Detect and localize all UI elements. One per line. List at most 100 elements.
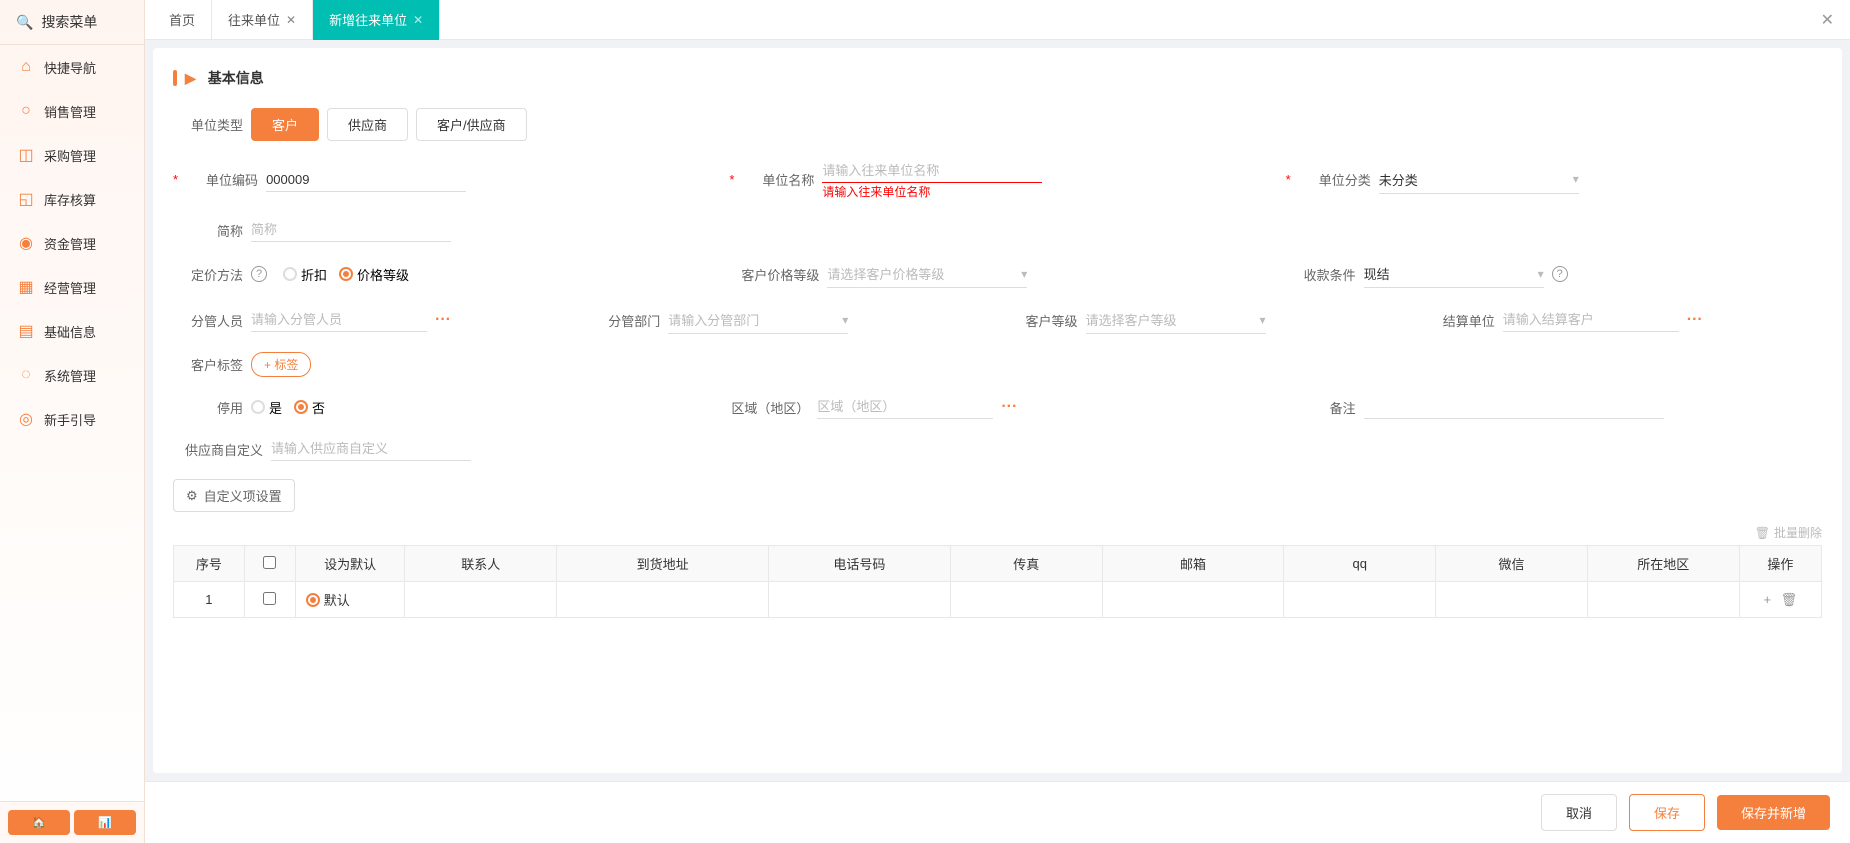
disable-label: 停用: [173, 398, 243, 417]
manager-more-btn[interactable]: ···: [435, 311, 451, 329]
row-contact[interactable]: [405, 582, 557, 618]
email-input[interactable]: [1143, 592, 1243, 607]
add-tag-btn[interactable]: + 标签: [251, 352, 311, 377]
supplier-custom-field: 供应商自定义: [173, 437, 1822, 461]
disable-yes-option[interactable]: 是: [251, 398, 282, 417]
tab-new-contact-close[interactable]: ✕: [413, 13, 423, 27]
region-input[interactable]: [817, 395, 993, 419]
basic-icon: ▤: [16, 321, 36, 341]
pricing-level-radio: [339, 267, 353, 281]
sidebar-item-sales[interactable]: ○ 销售管理: [0, 89, 144, 133]
region-more-btn[interactable]: ···: [1001, 398, 1017, 416]
fax-input[interactable]: [986, 592, 1066, 607]
table-header-row: 序号 设为默认 联系人 到货地址 电话号码 传真 邮箱 qq 微信 所在地区 操…: [174, 546, 1822, 582]
payment-help-icon[interactable]: ?: [1552, 266, 1568, 282]
customer-level-label: 客户等级: [1008, 311, 1078, 330]
phone-input[interactable]: [809, 592, 909, 607]
row-add-btn[interactable]: +: [1763, 592, 1771, 607]
payment-terms-select[interactable]: 现结 ▾: [1364, 260, 1544, 288]
short-name-input[interactable]: [251, 218, 451, 242]
col-checkbox[interactable]: [244, 546, 295, 582]
type-customer-btn[interactable]: 客户: [251, 108, 319, 141]
wechat-input[interactable]: [1472, 592, 1552, 607]
custom-settings-btn[interactable]: ⚙ 自定义项设置: [173, 479, 295, 512]
contact-input[interactable]: [441, 592, 521, 607]
sidebar-item-guide[interactable]: ◎ 新手引导: [0, 397, 144, 441]
tab-home[interactable]: 首页: [153, 0, 212, 40]
unit-type-label: 单位类型: [173, 115, 243, 134]
disable-no-label: 否: [312, 398, 325, 417]
sidebar-item-quick-nav[interactable]: ⌂ 快捷导航: [0, 45, 144, 89]
sidebar-item-label: 库存核算: [44, 190, 96, 209]
chevron-down-icon-3: ▾: [1538, 267, 1544, 281]
row-default-radio[interactable]: 默认: [306, 590, 395, 609]
tab-bar-close[interactable]: ✕: [1813, 10, 1842, 30]
sidebar-home-btn[interactable]: 🏠: [8, 810, 70, 835]
sidebar-item-inventory[interactable]: ◱ 库存核算: [0, 177, 144, 221]
unit-category-star: *: [1286, 172, 1291, 187]
row-address[interactable]: [557, 582, 769, 618]
sidebar-item-finance[interactable]: ◉ 资金管理: [0, 221, 144, 265]
sidebar-bottom: 🏠 📊: [0, 801, 144, 843]
pricing-row: 定价方法 ? 折扣 价格等级 客户价格等级 请选择客户价格等级: [173, 260, 1822, 288]
row-wechat[interactable]: [1436, 582, 1588, 618]
sidebar-item-label: 系统管理: [44, 366, 96, 385]
row-phone[interactable]: [769, 582, 951, 618]
cancel-button[interactable]: 取消: [1541, 794, 1617, 831]
save-new-button[interactable]: 保存并新增: [1717, 795, 1830, 830]
short-name-row: 简称: [173, 218, 1822, 242]
sidebar-item-label: 资金管理: [44, 234, 96, 253]
disable-no-option[interactable]: 否: [294, 398, 325, 417]
settlement-more-btn[interactable]: ···: [1687, 311, 1703, 329]
add-tag-label: + 标签: [264, 356, 298, 373]
batch-delete-label[interactable]: 批量删除: [1774, 524, 1822, 541]
supplier-custom-input[interactable]: [271, 437, 471, 461]
row-qq[interactable]: [1284, 582, 1436, 618]
row-region[interactable]: [1587, 582, 1739, 618]
pricing-level-option[interactable]: 价格等级: [339, 265, 409, 284]
sidebar-chart-btn[interactable]: 📊: [74, 810, 136, 835]
type-supplier-btn[interactable]: 供应商: [327, 108, 408, 141]
payment-terms-field: 收款条件 现结 ▾ ?: [1286, 260, 1822, 288]
settlement-input[interactable]: [1503, 308, 1679, 332]
manager-field: 分管人员 ···: [173, 308, 570, 332]
row-email[interactable]: [1102, 582, 1284, 618]
pricing-discount-option[interactable]: 折扣: [283, 265, 327, 284]
custom-settings-label: 自定义项设置: [204, 486, 282, 505]
pricing-help-icon[interactable]: ?: [251, 266, 267, 282]
sidebar-item-operation[interactable]: ▦ 经营管理: [0, 265, 144, 309]
tab-new-contact[interactable]: 新增往来单位 ✕: [313, 0, 440, 40]
row-default[interactable]: 默认: [295, 582, 405, 618]
row-checkbox-input[interactable]: [263, 592, 276, 605]
department-select[interactable]: 请输入分管部门 ▾: [668, 306, 848, 334]
footer: 取消 保存 保存并新增: [145, 781, 1850, 843]
row-delete-btn[interactable]: 🗑: [1781, 592, 1798, 607]
sidebar-item-purchase[interactable]: ◫ 采购管理: [0, 133, 144, 177]
sidebar-search[interactable]: 🔍 搜索菜单: [0, 0, 144, 45]
manager-input[interactable]: [251, 308, 427, 332]
inventory-icon: ◱: [16, 189, 36, 209]
customer-level-select[interactable]: 请选择客户等级 ▾: [1086, 306, 1266, 334]
unit-category-select[interactable]: 未分类 ▾: [1379, 166, 1579, 194]
row-fax[interactable]: [950, 582, 1102, 618]
header-checkbox[interactable]: [263, 556, 276, 569]
row-region-input[interactable]: [1623, 592, 1703, 607]
row-checkbox[interactable]: [244, 582, 295, 618]
tab-contacts-close[interactable]: ✕: [286, 13, 296, 27]
unit-code-input[interactable]: [266, 168, 466, 192]
tab-contacts[interactable]: 往来单位 ✕: [212, 0, 313, 40]
sidebar-item-basic[interactable]: ▤ 基础信息: [0, 309, 144, 353]
customer-price-select[interactable]: 请选择客户价格等级 ▾: [827, 260, 1027, 288]
settlement-field: 结算单位 ···: [1425, 308, 1822, 332]
address-input[interactable]: [603, 592, 723, 607]
qq-input[interactable]: [1320, 592, 1400, 607]
col-seq: 序号: [174, 546, 245, 582]
sidebar-item-system[interactable]: ◌ 系统管理: [0, 353, 144, 397]
save-button[interactable]: 保存: [1629, 794, 1705, 831]
search-icon: 🔍: [16, 14, 33, 31]
section-title: 基本信息: [208, 68, 264, 88]
type-both-btn[interactable]: 客户/供应商: [416, 108, 527, 141]
col-wechat: 微信: [1436, 546, 1588, 582]
unit-name-input[interactable]: [822, 159, 1042, 183]
remark-input[interactable]: [1364, 395, 1664, 419]
